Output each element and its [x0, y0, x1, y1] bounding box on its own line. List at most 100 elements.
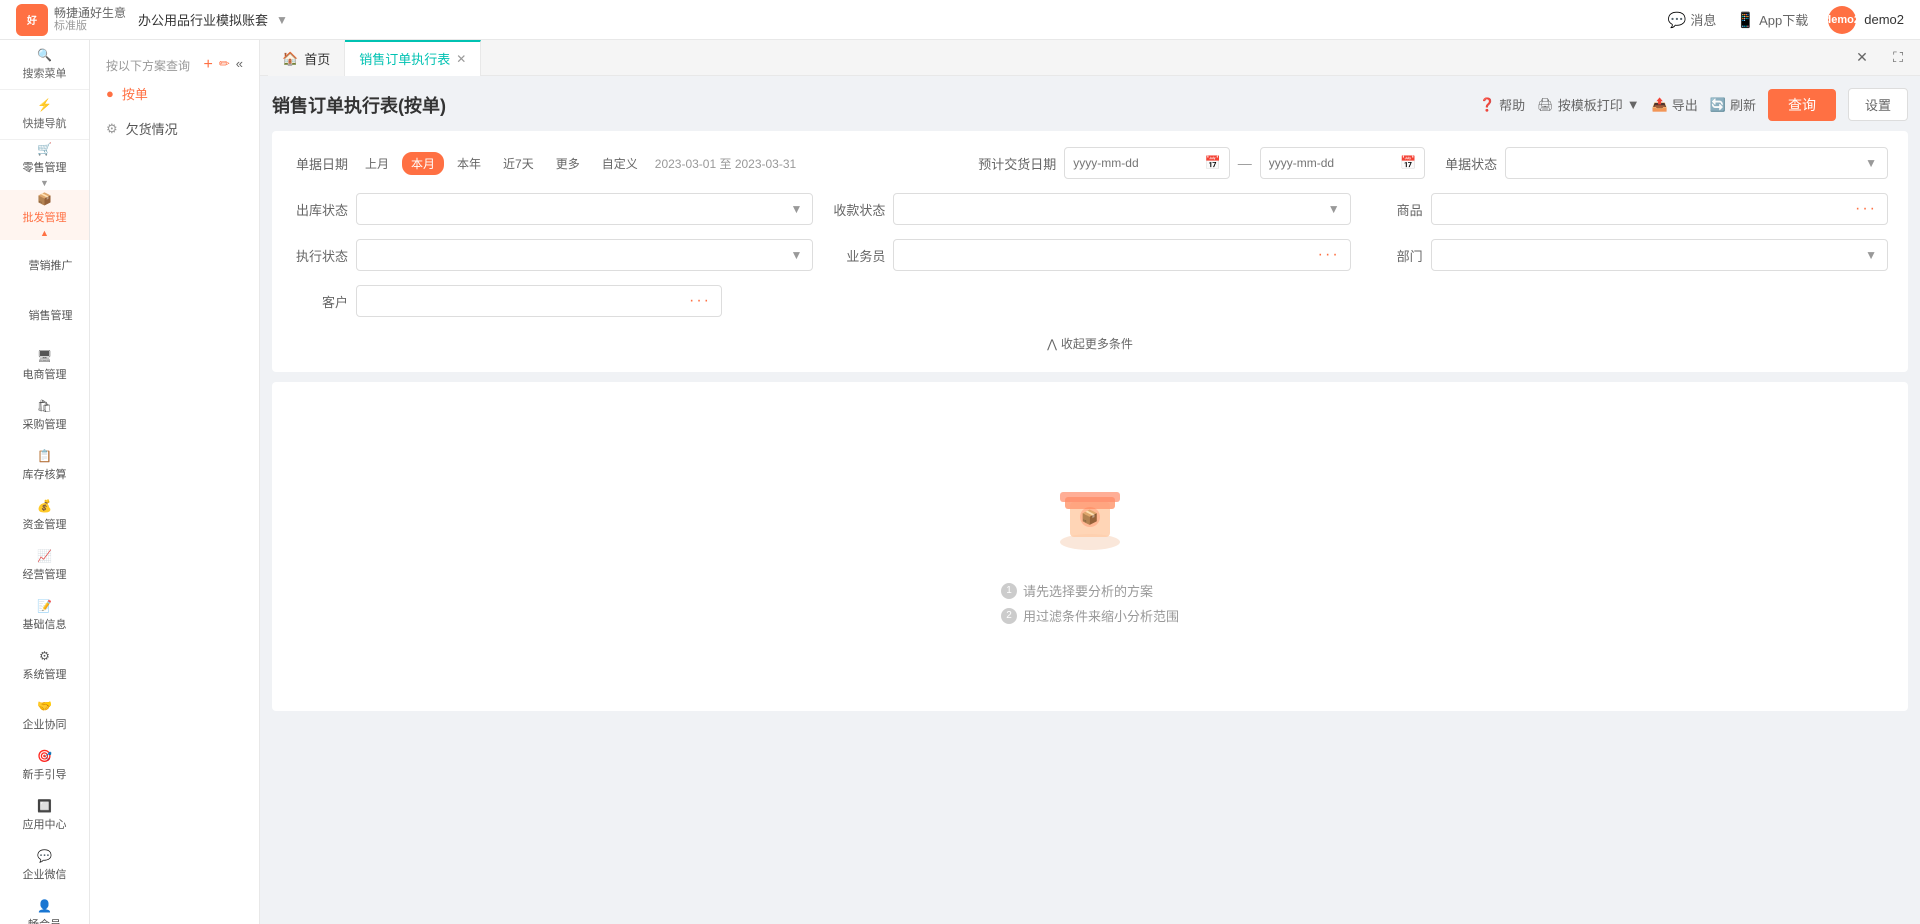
- sidebar-item-wechat[interactable]: 💬 企业微信: [0, 840, 89, 890]
- main-layout: 🔍 搜索菜单 ⚡ 快捷导航 🛒 零售管理 ▼ 📦 批发管理 ▲ 营销推广 销售: [0, 40, 1920, 924]
- sidebar-item-sales[interactable]: 销售管理: [0, 290, 89, 340]
- user-name: demo2: [1864, 12, 1904, 27]
- date-tab-thisyear[interactable]: 本年: [448, 152, 490, 175]
- chevron-down-icon[interactable]: ▼: [276, 13, 288, 27]
- filter-row-stock: 出库状态 ▼ 收款状态 ▼: [292, 193, 1888, 225]
- member-icon: 👤: [37, 899, 52, 913]
- home-icon: 🏠: [282, 51, 298, 67]
- exec-select[interactable]: ▼: [356, 239, 813, 271]
- expected-date-label: 预计交货日期: [978, 154, 1056, 173]
- collapse-button[interactable]: ⋀ 收起更多条件: [1047, 335, 1133, 352]
- sub-item-qianhuo[interactable]: ⚙ 欠货情况: [90, 111, 259, 146]
- filter-row-customer: 客户 ···: [292, 285, 1888, 317]
- user-menu[interactable]: demo2 demo2: [1828, 6, 1904, 34]
- sub-item-andan[interactable]: ● 按单: [90, 76, 259, 111]
- hint-item-2: 2 用过滤条件来缩小分析范围: [1001, 606, 1179, 625]
- expand-icon: ▼: [40, 178, 49, 188]
- maximize-window-button[interactable]: ⛶: [1884, 44, 1912, 72]
- qianhuo-icon: ⚙: [106, 121, 118, 137]
- salesman-dots-icon[interactable]: ···: [1318, 246, 1340, 264]
- dept-chevron-icon: ▼: [1865, 248, 1877, 262]
- expected-date-to[interactable]: 📅: [1260, 147, 1425, 179]
- sidebar-item-purchase[interactable]: 🛍 采购管理: [0, 390, 89, 440]
- customer-dots-icon[interactable]: ···: [689, 292, 711, 310]
- export-button[interactable]: 📤 导出: [1652, 95, 1698, 114]
- system-icon: ⚙: [39, 649, 50, 663]
- operation-icon: 📈: [37, 549, 52, 563]
- purchase-icon: 🛍: [37, 399, 52, 413]
- customer-select[interactable]: ···: [356, 285, 722, 317]
- close-window-button[interactable]: ✕: [1848, 44, 1876, 72]
- sidebar-item-newbie[interactable]: 🎯 新手引导: [0, 740, 89, 790]
- tab-close-icon[interactable]: ✕: [456, 52, 466, 66]
- left-nav: 🔍 搜索菜单 ⚡ 快捷导航 🛒 零售管理 ▼ 📦 批发管理 ▲ 营销推广 销售: [0, 40, 90, 924]
- calendar-to-icon: 📅: [1400, 155, 1416, 171]
- dept-select[interactable]: ▼: [1431, 239, 1888, 271]
- receive-select[interactable]: ▼: [893, 193, 1350, 225]
- goods-dots-icon[interactable]: ···: [1855, 200, 1877, 218]
- date-tab-more[interactable]: 更多: [547, 152, 589, 175]
- tab-sales-exec[interactable]: 销售订单执行表 ✕: [345, 40, 481, 76]
- out-stock-select[interactable]: ▼: [356, 193, 813, 225]
- edit-scheme-icon[interactable]: ✏: [219, 56, 230, 74]
- wechat-icon: 💬: [37, 849, 52, 863]
- date-tabs: 上月 本月 本年 近7天 更多 自定义: [356, 152, 647, 175]
- sidebar-item-search-menu[interactable]: 🔍 搜索菜单: [0, 40, 89, 90]
- app-download-icon: 📱: [1736, 11, 1755, 29]
- salesman-select[interactable]: ···: [893, 239, 1350, 271]
- settings-button[interactable]: 设置: [1848, 88, 1908, 121]
- content-area: 🏠 首页 销售订单执行表 ✕ ✕ ⛶ 销售订单执行表(按单): [260, 40, 1920, 924]
- expected-date-group: 预计交货日期 📅 — 📅: [978, 147, 1425, 179]
- refresh-button[interactable]: 🔄 刷新: [1710, 95, 1756, 114]
- tab-home[interactable]: 🏠 首页: [268, 40, 345, 76]
- query-button[interactable]: 查询: [1768, 89, 1836, 121]
- expected-date-from[interactable]: 📅: [1064, 147, 1229, 179]
- date-tab-7days[interactable]: 近7天: [494, 152, 543, 175]
- filter-panel: 单据日期 上月 本月 本年 近7天 更多 自定义 2023-03-01 至 20…: [272, 131, 1908, 372]
- goods-select[interactable]: ···: [1431, 193, 1888, 225]
- retail-icon: 🛒: [37, 142, 52, 156]
- goods-label: 商品: [1367, 200, 1423, 219]
- sidebar-item-retail[interactable]: 🛒 零售管理 ▼: [0, 140, 89, 190]
- sidebar-item-inventory[interactable]: 📋 库存核算: [0, 440, 89, 490]
- sidebar-item-cooperation[interactable]: 🤝 企业协同: [0, 690, 89, 740]
- sidebar-item-basic[interactable]: 📝 基础信息: [0, 590, 89, 640]
- date-tab-lastmonth[interactable]: 上月: [356, 152, 398, 175]
- sidebar-item-wholesale[interactable]: 📦 批发管理 ▲: [0, 190, 89, 240]
- date-from-input[interactable]: [1073, 156, 1200, 170]
- collapse-panel-icon[interactable]: «: [236, 56, 243, 74]
- print-chevron-icon: ▼: [1627, 97, 1640, 112]
- filter-row-date: 单据日期 上月 本月 本年 近7天 更多 自定义 2023-03-01 至 20…: [292, 147, 1888, 179]
- date-tab-custom[interactable]: 自定义: [593, 152, 647, 175]
- sidebar-item-ecommerce[interactable]: 🖥 电商管理: [0, 340, 89, 390]
- status-select[interactable]: ▼: [1505, 147, 1888, 179]
- newbie-icon: 🎯: [37, 749, 52, 763]
- logo-text: 畅捷通好生意 标准版: [54, 6, 126, 34]
- sidebar-item-app-center[interactable]: 🔲 应用中心: [0, 790, 89, 840]
- sidebar-item-member[interactable]: 👤 畅会员: [0, 890, 89, 924]
- help-icon: ❓: [1479, 97, 1495, 113]
- sidebar-item-operation[interactable]: 📈 经营管理: [0, 540, 89, 590]
- message-action[interactable]: 💬 消息: [1668, 10, 1717, 29]
- inventory-icon: 📋: [37, 449, 52, 463]
- exec-chevron-icon: ▼: [790, 248, 802, 262]
- sidebar-item-marketing[interactable]: 营销推广: [0, 240, 89, 290]
- top-bar: 好 畅捷通好生意 标准版 办公用品行业模拟账套 ▼ 💬 消息 📱 App下载: [0, 0, 1920, 40]
- print-icon: 🖨: [1537, 97, 1554, 113]
- date-tab-thismonth[interactable]: 本月: [402, 152, 444, 175]
- export-icon: 📤: [1652, 97, 1668, 113]
- date-to-input[interactable]: [1269, 156, 1396, 170]
- message-icon: 💬: [1668, 11, 1687, 29]
- sidebar-item-finance[interactable]: 💰 资金管理: [0, 490, 89, 540]
- help-button[interactable]: ❓ 帮助: [1479, 95, 1525, 114]
- app-download-action[interactable]: 📱 App下载: [1736, 10, 1808, 29]
- status-label: 单据状态: [1441, 154, 1497, 173]
- dept-label: 部门: [1367, 246, 1423, 265]
- print-template-button[interactable]: 🖨 按模板打印 ▼: [1537, 95, 1639, 114]
- sidebar-item-system[interactable]: ⚙ 系统管理: [0, 640, 89, 690]
- date-label: 单据日期: [292, 154, 348, 173]
- sub-panel: 按以下方案查询 + ✏ « ● 按单 ⚙ 欠货情况: [90, 40, 260, 924]
- sidebar-item-quick-nav[interactable]: ⚡ 快捷导航: [0, 90, 89, 140]
- add-scheme-icon[interactable]: +: [204, 56, 213, 74]
- collapse-up-icon: ⋀: [1047, 337, 1057, 351]
